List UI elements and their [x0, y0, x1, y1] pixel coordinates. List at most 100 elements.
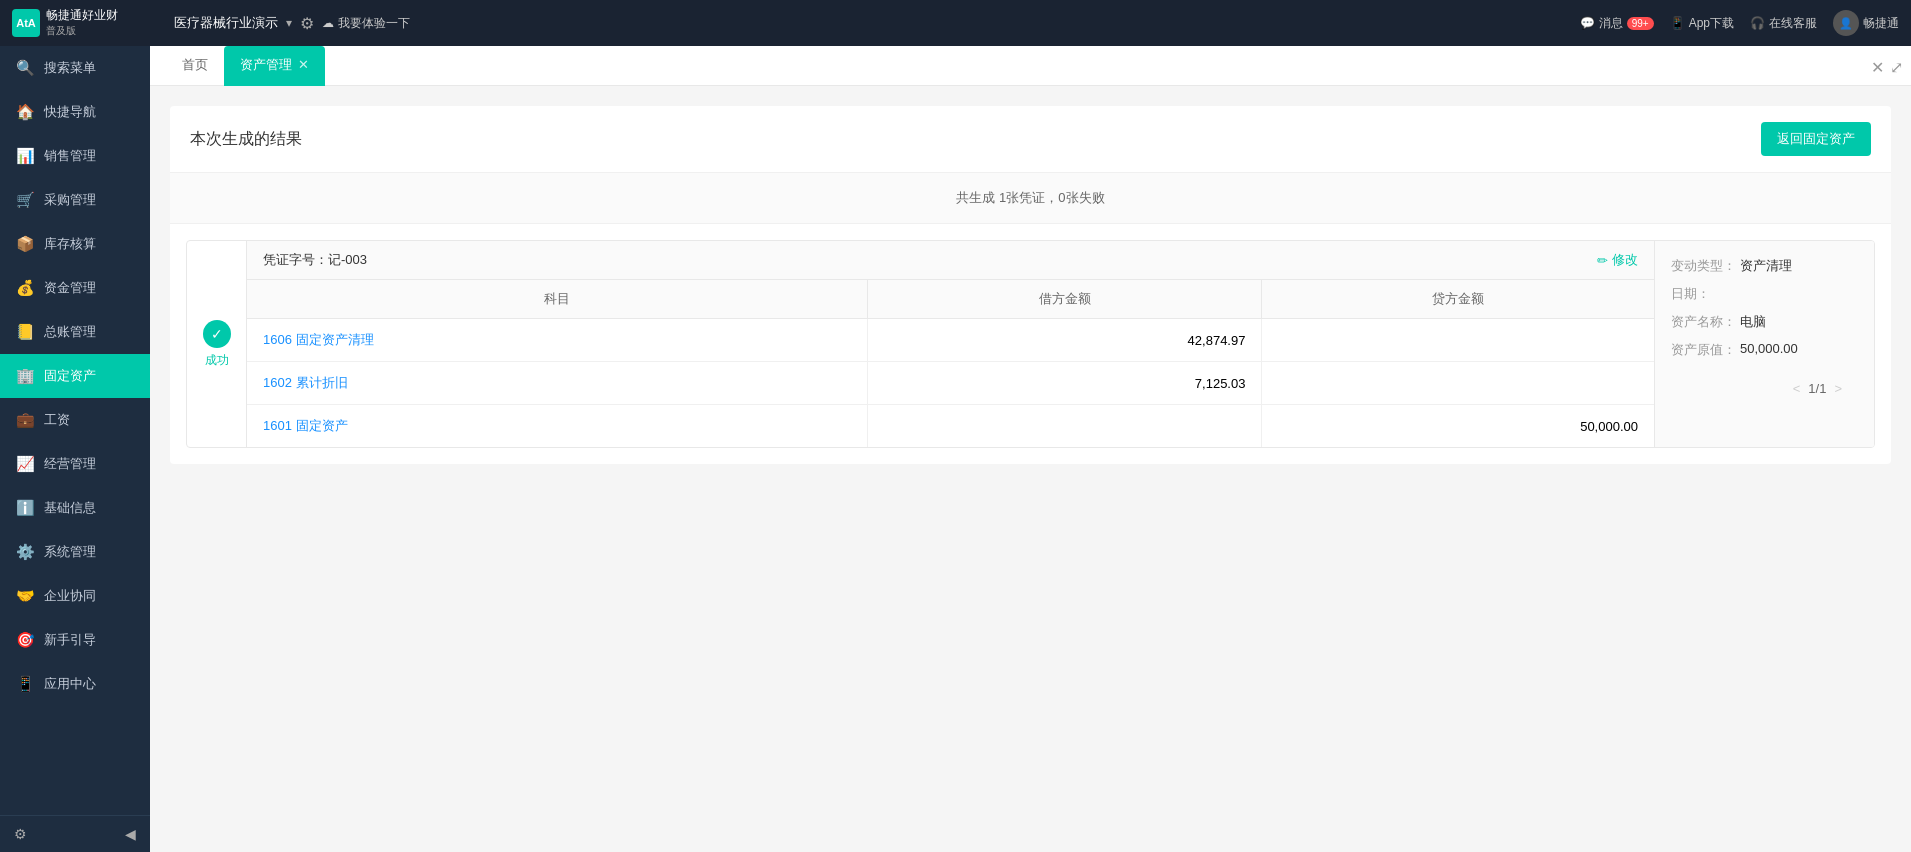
sidebar-item-ledger[interactable]: 📒 总账管理	[0, 310, 150, 354]
sidebar-item-label: 新手引导	[44, 631, 96, 649]
sidebar-item-quick-nav[interactable]: 🏠 快捷导航	[0, 90, 150, 134]
side-date: 日期：	[1671, 285, 1858, 303]
sidebar-item-label: 总账管理	[44, 323, 96, 341]
pagination: < 1/1 >	[1671, 369, 1858, 408]
expand-panel-btn[interactable]: ⤢	[1890, 58, 1903, 77]
date-label: 日期：	[1671, 285, 1710, 303]
side-change-type: 变动类型： 资产清理	[1671, 257, 1858, 275]
change-type-label: 变动类型：	[1671, 257, 1736, 275]
sales-icon: 📊	[16, 147, 34, 165]
sidebar-item-inventory[interactable]: 📦 库存核算	[0, 222, 150, 266]
sidebar-item-app-center[interactable]: 📱 应用中心	[0, 662, 150, 706]
account-link[interactable]: 1606 固定资产清理	[263, 332, 374, 347]
app-edition: 普及版	[46, 24, 118, 38]
voucher-side-panel: 变动类型： 资产清理 日期： 资产名称： 电脑 资产原值：	[1654, 241, 1874, 447]
sidebar-item-search[interactable]: 🔍 搜索菜单	[0, 46, 150, 90]
company-name: 医疗器械行业演示	[174, 14, 278, 32]
debit-cell: 42,874.97	[868, 319, 1262, 362]
enterprise-icon: 🤝	[16, 587, 34, 605]
close-panel-btn[interactable]: ✕	[1871, 58, 1884, 77]
experience-btn[interactable]: ☁ 我要体验一下	[322, 15, 410, 32]
headset-icon: 🎧	[1750, 16, 1765, 30]
company-dropdown-btn[interactable]: ▾	[286, 16, 292, 30]
user-menu[interactable]: 👤 畅捷通	[1833, 10, 1899, 36]
sidebar-item-sales[interactable]: 📊 销售管理	[0, 134, 150, 178]
account-cell: 1602 累计折旧	[247, 362, 868, 405]
tab-asset-mgmt[interactable]: 资产管理 ✕	[224, 46, 325, 86]
debit-cell	[868, 405, 1262, 448]
app-name: 畅捷通好业财	[46, 8, 118, 24]
sidebar-item-label: 系统管理	[44, 543, 96, 561]
result-card: 本次生成的结果 返回固定资产 共生成 1张凭证，0张失败 ✓ 成功 凭证	[170, 106, 1891, 464]
summary-text: 共生成 1张凭证，0张失败	[956, 190, 1104, 205]
message-btn[interactable]: 💬 消息 99+	[1580, 15, 1654, 32]
info-icon: ℹ️	[16, 499, 34, 517]
voucher-number: 凭证字号：记-003	[263, 251, 367, 269]
sidebar-item-label: 工资	[44, 411, 70, 429]
sidebar-item-fixed-assets[interactable]: 🏢 固定资产	[0, 354, 150, 398]
sidebar-item-basic-info[interactable]: ℹ️ 基础信息	[0, 486, 150, 530]
original-value-label: 资产原值：	[1671, 341, 1736, 359]
tab-home[interactable]: 首页	[166, 46, 224, 86]
success-label: 成功	[205, 352, 229, 369]
sidebar-item-operations[interactable]: 📈 经营管理	[0, 442, 150, 486]
voucher-table: 科目 借方金额 贷方金额 1606 固定资产清理	[247, 280, 1654, 447]
sidebar-item-system[interactable]: ⚙️ 系统管理	[0, 530, 150, 574]
col-header-account: 科目	[247, 280, 868, 319]
result-header: 本次生成的结果 返回固定资产	[170, 106, 1891, 173]
sidebar-collapse-btn[interactable]: ◀	[125, 826, 136, 842]
asset-name-label: 资产名称：	[1671, 313, 1736, 331]
asset-name-value: 电脑	[1740, 313, 1766, 331]
sidebar-bottom: ⚙ ◀	[0, 815, 150, 852]
voucher-main: 凭证字号：记-003 ✏ 修改 科目 借方金额 贷	[247, 241, 1654, 447]
table-row: 1602 累计折旧 7,125.03	[247, 362, 1654, 405]
expand-icon: ⤢	[1890, 59, 1903, 76]
sidebar-item-label: 资金管理	[44, 279, 96, 297]
summary-bar: 共生成 1张凭证，0张失败	[170, 173, 1891, 224]
tab-close-btn[interactable]: ✕	[298, 57, 309, 72]
credit-cell: 50,000.00	[1262, 405, 1654, 448]
search-icon: 🔍	[16, 59, 34, 77]
account-link[interactable]: 1601 固定资产	[263, 418, 348, 433]
logo-icon: AtA	[12, 9, 40, 37]
side-original-value: 资产原值： 50,000.00	[1671, 341, 1858, 359]
salary-icon: 💼	[16, 411, 34, 429]
account-cell: 1601 固定资产	[247, 405, 868, 448]
phone-icon: 📱	[1670, 16, 1685, 30]
app-download-btn[interactable]: 📱 App下载	[1670, 15, 1734, 32]
credit-cell	[1262, 319, 1654, 362]
topbar: AtA 畅捷通好业财 普及版 医疗器械行业演示 ▾ ⚙ ☁ 我要体验一下 💬 消…	[0, 0, 1911, 46]
account-link[interactable]: 1602 累计折旧	[263, 375, 348, 390]
sidebar-item-enterprise[interactable]: 🤝 企业协同	[0, 574, 150, 618]
page-indicator: 1/1	[1808, 381, 1826, 396]
change-type-value: 资产清理	[1740, 257, 1792, 275]
sidebar-item-finance[interactable]: 💰 资金管理	[0, 266, 150, 310]
online-service-btn[interactable]: 🎧 在线客服	[1750, 15, 1817, 32]
sidebar-item-purchase[interactable]: 🛒 采购管理	[0, 178, 150, 222]
sidebar-item-label: 固定资产	[44, 367, 96, 385]
col-header-debit: 借方金额	[868, 280, 1262, 319]
fixed-assets-icon: 🏢	[16, 367, 34, 385]
prev-page-btn[interactable]: <	[1793, 381, 1801, 396]
side-asset-name: 资产名称： 电脑	[1671, 313, 1858, 331]
original-value-value: 50,000.00	[1740, 341, 1798, 359]
page-title: 本次生成的结果	[190, 129, 302, 150]
debit-cell: 7,125.03	[868, 362, 1262, 405]
sidebar-item-label: 应用中心	[44, 675, 96, 693]
sidebar-item-label: 企业协同	[44, 587, 96, 605]
main-layout: 🔍 搜索菜单 🏠 快捷导航 📊 销售管理 🛒 采购管理 📦 库存核算 💰	[0, 46, 1911, 852]
sidebar-settings-btn[interactable]: ⚙	[14, 826, 27, 842]
next-page-btn[interactable]: >	[1834, 381, 1842, 396]
return-btn[interactable]: 返回固定资产	[1761, 122, 1871, 156]
topbar-settings-btn[interactable]: ⚙	[300, 14, 314, 33]
sidebar-item-salary[interactable]: 💼 工资	[0, 398, 150, 442]
sidebar-item-label: 快捷导航	[44, 103, 96, 121]
home-icon: 🏠	[16, 103, 34, 121]
sidebar-item-guide[interactable]: 🎯 新手引导	[0, 618, 150, 662]
edit-icon: ✏	[1597, 253, 1608, 268]
edit-voucher-btn[interactable]: ✏ 修改	[1597, 251, 1638, 269]
sidebar-item-label: 销售管理	[44, 147, 96, 165]
message-badge: 99+	[1627, 17, 1654, 30]
content-area: 首页 资产管理 ✕ 本次生成的结果 返回固定资产 共生成 1张凭证，0张失败	[150, 46, 1911, 852]
account-cell: 1606 固定资产清理	[247, 319, 868, 362]
